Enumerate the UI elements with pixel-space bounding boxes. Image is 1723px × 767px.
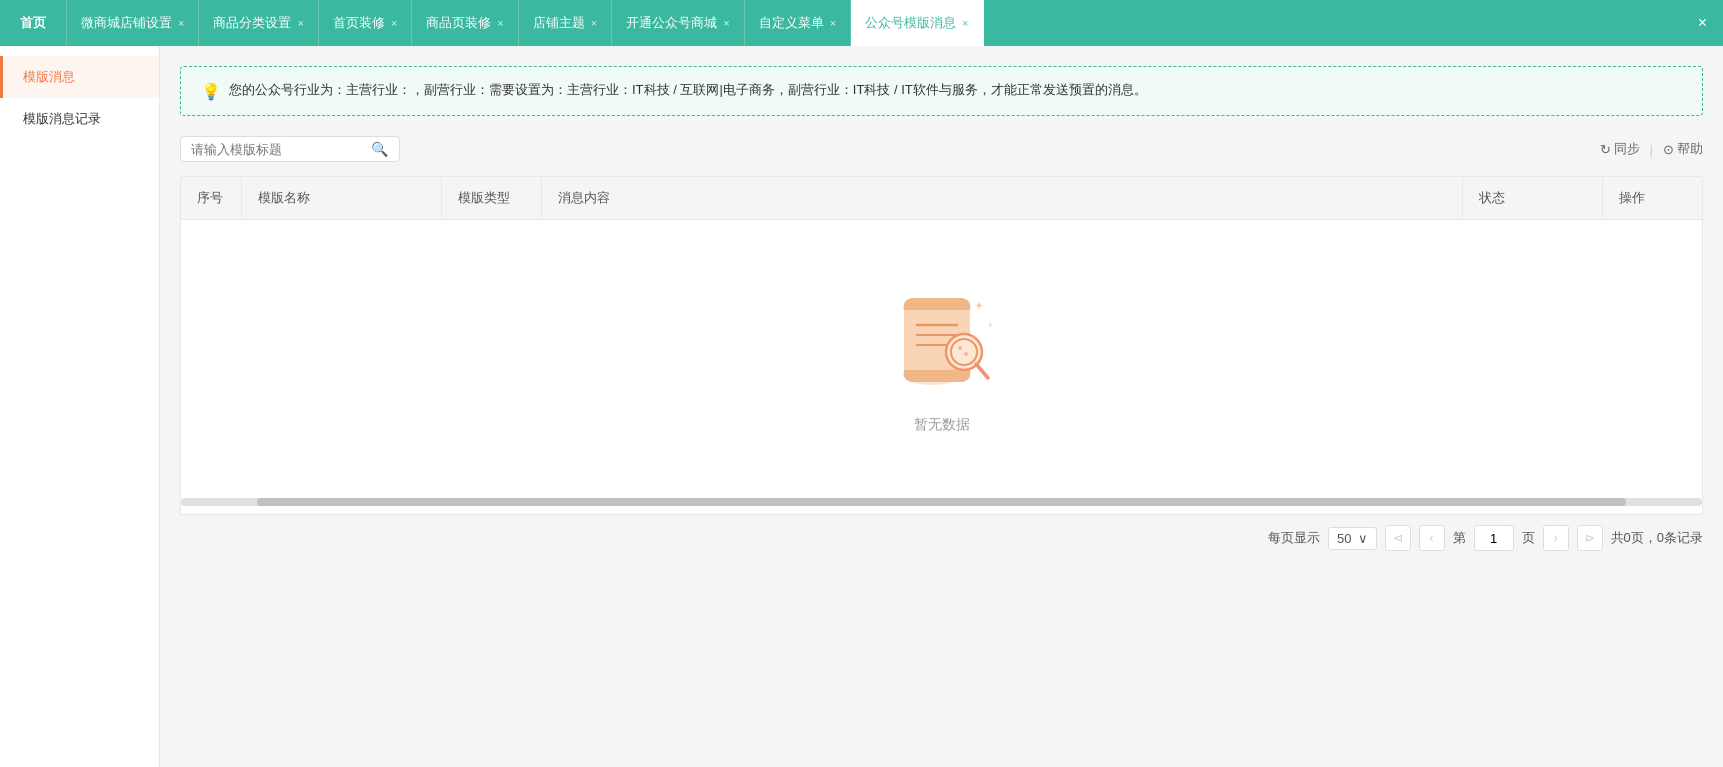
sidebar-item-template-msg[interactable]: 模版消息 bbox=[0, 56, 159, 98]
info-normal-text-1: 您的公众号行业为：主营行业：，副营行业： bbox=[229, 82, 489, 97]
empty-state-text: 暂无数据 bbox=[914, 416, 970, 434]
tab-template-msg[interactable]: 公众号模版消息 × bbox=[851, 0, 983, 46]
current-page-input[interactable] bbox=[1474, 525, 1514, 551]
info-highlight-text: 需要设置为：主营行业：IT科技 / 互联网|电子商务，副营行业：IT科技 / I… bbox=[489, 82, 991, 97]
col-index: 序号 bbox=[181, 177, 241, 220]
tab-template-msg-label: 公众号模版消息 bbox=[865, 14, 956, 32]
help-label: 帮助 bbox=[1677, 140, 1703, 158]
tab-open-mall-close[interactable]: × bbox=[723, 17, 729, 29]
tab-wechat-store-close[interactable]: × bbox=[178, 17, 184, 29]
tab-product-decor-close[interactable]: × bbox=[497, 17, 503, 29]
svg-text:✦: ✦ bbox=[987, 321, 994, 330]
tab-home-label: 首页 bbox=[20, 14, 46, 32]
sidebar-item-template-msg-label: 模版消息 bbox=[23, 69, 75, 84]
svg-line-6 bbox=[976, 364, 988, 378]
svg-text:✦: ✦ bbox=[974, 299, 984, 313]
pagination: 每页显示 50 ∨ ⊲ ‹ 第 页 › ⊳ 共0页，0条记录 bbox=[180, 515, 1703, 561]
tab-product-decor-label: 商品页装修 bbox=[426, 14, 491, 32]
last-page-button[interactable]: ⊳ bbox=[1577, 525, 1603, 551]
sync-label: 同步 bbox=[1614, 140, 1640, 158]
tab-template-msg-close[interactable]: × bbox=[962, 17, 968, 29]
tab-home[interactable]: 首页 bbox=[0, 0, 67, 46]
tab-custom-menu[interactable]: 自定义菜单 × bbox=[745, 0, 851, 46]
col-actions: 操作 bbox=[1602, 177, 1702, 220]
tab-home-decor-close[interactable]: × bbox=[391, 17, 397, 29]
help-icon: ⊙ bbox=[1663, 142, 1674, 157]
tab-wechat-store-label: 微商城店铺设置 bbox=[81, 14, 172, 32]
toolbar: 🔍 ↻ 同步 | ⊙ 帮助 bbox=[180, 136, 1703, 162]
tab-custom-menu-label: 自定义菜单 bbox=[759, 14, 824, 32]
table-header-row: 序号 模版名称 模版类型 消息内容 状态 操作 bbox=[181, 177, 1702, 220]
page-size-select[interactable]: 50 ∨ bbox=[1328, 527, 1376, 550]
info-box: 💡 您的公众号行业为：主营行业：，副营行业：需要设置为：主营行业：IT科技 / … bbox=[180, 66, 1703, 116]
help-button[interactable]: ⊙ 帮助 bbox=[1663, 140, 1703, 158]
tab-product-decor[interactable]: 商品页装修 × bbox=[412, 0, 518, 46]
info-icon: 💡 bbox=[201, 82, 221, 101]
sidebar-item-template-record-label: 模版消息记录 bbox=[23, 111, 101, 126]
next-page-button[interactable]: › bbox=[1543, 525, 1569, 551]
toolbar-right: ↻ 同步 | ⊙ 帮助 bbox=[1600, 140, 1703, 158]
tab-wechat-store[interactable]: 微商城店铺设置 × bbox=[67, 0, 199, 46]
empty-illustration: ✦ ✦ bbox=[882, 280, 1002, 400]
svg-point-8 bbox=[964, 352, 968, 356]
info-normal-text-2: 才能正常发送预置的消息。 bbox=[991, 82, 1147, 97]
prev-page-button[interactable]: ‹ bbox=[1419, 525, 1445, 551]
table-scrollbar-thumb bbox=[257, 498, 1626, 506]
tab-home-decor[interactable]: 首页装修 × bbox=[319, 0, 412, 46]
page-size-label: 每页显示 bbox=[1268, 529, 1320, 547]
top-nav: 首页 微商城店铺设置 × 商品分类设置 × 首页装修 × 商品页装修 × 店铺主… bbox=[0, 0, 1723, 46]
tab-product-category-close[interactable]: × bbox=[297, 17, 303, 29]
data-table: 序号 模版名称 模版类型 消息内容 状态 操作 bbox=[181, 177, 1702, 220]
info-text: 您的公众号行业为：主营行业：，副营行业：需要设置为：主营行业：IT科技 / 互联… bbox=[229, 81, 1147, 99]
toolbar-divider: | bbox=[1650, 142, 1653, 157]
tab-open-mall-label: 开通公众号商城 bbox=[626, 14, 717, 32]
page-size-value: 50 bbox=[1337, 531, 1351, 546]
col-name: 模版名称 bbox=[241, 177, 441, 220]
main-content: 💡 您的公众号行业为：主营行业：，副营行业：需要设置为：主营行业：IT科技 / … bbox=[160, 46, 1723, 767]
page-total: 共0页，0条记录 bbox=[1611, 529, 1703, 547]
tab-product-category[interactable]: 商品分类设置 × bbox=[199, 0, 318, 46]
tab-product-category-label: 商品分类设置 bbox=[213, 14, 291, 32]
page-size-chevron-icon: ∨ bbox=[1358, 531, 1368, 546]
col-type: 模版类型 bbox=[441, 177, 541, 220]
table-scrollbar[interactable] bbox=[181, 498, 1702, 506]
sync-button[interactable]: ↻ 同步 bbox=[1600, 140, 1640, 158]
search-box[interactable]: 🔍 bbox=[180, 136, 400, 162]
page-word-label: 第 bbox=[1453, 529, 1466, 547]
sidebar-item-template-record[interactable]: 模版消息记录 bbox=[0, 98, 159, 140]
search-icon[interactable]: 🔍 bbox=[371, 141, 388, 157]
tab-custom-menu-close[interactable]: × bbox=[830, 17, 836, 29]
svg-point-7 bbox=[958, 346, 962, 350]
search-input[interactable] bbox=[191, 142, 371, 157]
sync-icon: ↻ bbox=[1600, 142, 1611, 157]
first-page-button[interactable]: ⊲ bbox=[1385, 525, 1411, 551]
tab-store-theme-close[interactable]: × bbox=[591, 17, 597, 29]
page-layout: 模版消息 模版消息记录 💡 您的公众号行业为：主营行业：，副营行业：需要设置为：… bbox=[0, 46, 1723, 767]
tab-store-theme[interactable]: 店铺主题 × bbox=[519, 0, 612, 46]
close-all-button[interactable]: × bbox=[1682, 14, 1723, 32]
page-label: 页 bbox=[1522, 529, 1535, 547]
sidebar: 模版消息 模版消息记录 bbox=[0, 46, 160, 767]
tab-home-decor-label: 首页装修 bbox=[333, 14, 385, 32]
tab-store-theme-label: 店铺主题 bbox=[533, 14, 585, 32]
table-container: 序号 模版名称 模版类型 消息内容 状态 操作 bbox=[180, 176, 1703, 515]
col-content: 消息内容 bbox=[541, 177, 1462, 220]
tab-open-mall[interactable]: 开通公众号商城 × bbox=[612, 0, 744, 46]
col-status: 状态 bbox=[1462, 177, 1602, 220]
empty-state: ✦ ✦ 暂无数据 bbox=[181, 220, 1702, 494]
